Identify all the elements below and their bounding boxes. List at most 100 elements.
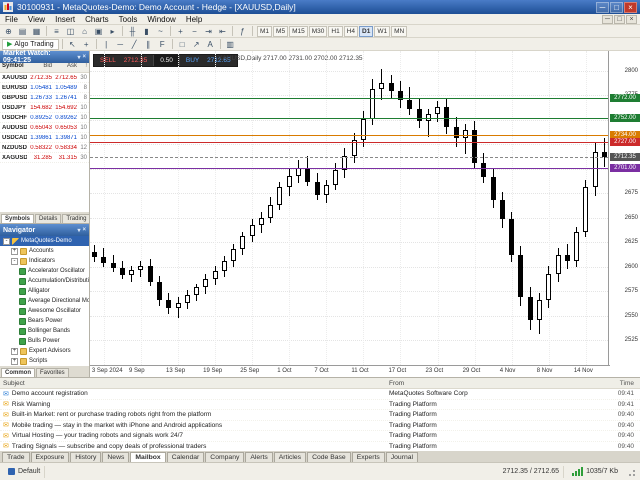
objects-list-icon[interactable]: ▥ [224,39,237,50]
menu-file[interactable]: File [0,14,23,25]
timeframe-h1-button[interactable]: H1 [328,25,343,37]
mailbox-row[interactable]: ✉ Virtual Hosting — your trading robots a… [0,431,640,442]
crosshair-icon[interactable]: + [80,39,93,50]
red-level-line[interactable] [90,142,608,144]
market-watch-row-usdcad[interactable]: USDCAD 1.39861 1.39871 10 [0,133,89,143]
navigator-item[interactable]: + Expert Advisors [0,346,89,356]
market-watch-row-gbpusd[interactable]: GBPUSD 1.26733 1.26741 8 [0,93,89,103]
resistance-line-1[interactable] [90,98,608,100]
profile-selector[interactable]: Default [4,465,46,478]
menu-view[interactable]: View [23,14,50,25]
toolbox-tab-history[interactable]: History [70,452,102,462]
chart-shift-icon[interactable]: ⇤ [216,26,229,37]
line-chart-icon[interactable]: ~ [154,26,167,37]
algo-trading-button[interactable]: ▶ Algo Trading [2,38,59,50]
navigator-item[interactable]: + Accounts [0,246,89,256]
shapes-icon[interactable]: □ [176,39,189,50]
zoom-out-icon[interactable]: − [188,26,201,37]
panel-close-icon[interactable]: × [82,54,86,60]
panel-menu-icon[interactable]: ▾ [77,54,80,61]
market-watch-row-usdchf[interactable]: USDCHF 0.89252 0.89262 10 [0,113,89,123]
minimize-button[interactable]: ─ [596,1,609,13]
chart-profiles-icon[interactable]: ▦ [30,26,43,37]
vertical-line-icon[interactable]: | [100,39,113,50]
indicators-icon[interactable]: ƒ [236,26,249,37]
navigator-tab-favorites[interactable]: Favorites [36,368,69,377]
toolbox-tab-code-base[interactable]: Code Base [307,452,351,462]
arrows-icon[interactable]: ↗ [190,39,203,50]
resize-grip[interactable] [626,466,636,477]
data-window-icon[interactable]: ◫ [64,26,77,37]
orange-level-line[interactable] [90,135,608,137]
toolbox-tab-mailbox[interactable]: Mailbox [130,452,166,462]
market-watch-row-xauusd[interactable]: XAUUSD 2712.35 2712.65 30 [0,73,89,83]
timeframe-mn-button[interactable]: MN [391,25,408,37]
navigator-item[interactable]: Accelerator Oscillator [0,266,89,276]
child-close-button[interactable]: × [626,15,637,24]
menu-window[interactable]: Window [142,14,180,25]
close-button[interactable]: × [624,1,637,13]
toolbox-tab-company[interactable]: Company [205,452,245,462]
timeframe-w1-button[interactable]: W1 [374,25,391,37]
equidistant-channel-icon[interactable]: ∥ [142,39,155,50]
panel-menu-icon[interactable]: ▾ [77,227,80,234]
price-axis[interactable]: 2800277527502725270026752650262526002575… [610,51,640,365]
navigator-icon[interactable]: ⌂ [78,26,91,37]
auto-scroll-icon[interactable]: ⇥ [202,26,215,37]
horizontal-line-icon[interactable]: ─ [114,39,127,50]
navigator-item[interactable]: Bears Power [0,316,89,326]
navigator-tab-common[interactable]: Common [1,368,35,377]
mailbox-header[interactable]: Subject From Time [0,378,640,389]
navigator-item[interactable]: Awesome Oscillator [0,306,89,316]
trendline-icon[interactable]: ╱ [128,39,141,50]
mailbox-row[interactable]: ✉ Built-in Market: rent or purchase tradi… [0,410,640,421]
navigator-item[interactable]: Average Directional Movement Index [0,296,89,306]
navigator-item[interactable]: + Scripts [0,356,89,366]
timeframe-m5-button[interactable]: M5 [273,25,289,37]
menu-help[interactable]: Help [181,14,207,25]
navigator-caption[interactable]: Navigator ▾ × [0,224,89,236]
menu-tools[interactable]: Tools [114,14,143,25]
tree-expander-icon[interactable]: + [11,347,18,355]
market-watch-tab-trading[interactable]: Trading [62,214,91,223]
market-watch-row-audusd[interactable]: AUDUSD 0.65043 0.65053 10 [0,123,89,133]
candlestick-chart-icon[interactable]: ▮ [140,26,153,37]
connection-status[interactable]: 1035/7 Kb [568,466,622,478]
toolbox-tab-experts[interactable]: Experts [351,452,385,462]
title-bar[interactable]: 30100931 - MetaQuotes-Demo: Demo Account… [0,0,640,14]
navigator-item[interactable]: Accumulation/Distribution [0,276,89,286]
toolbox-tab-journal[interactable]: Journal [385,452,419,462]
navigator-item[interactable]: - MetaQuotes-Demo [0,236,89,246]
market-watch-tab-details[interactable]: Details [35,214,62,223]
mailbox-row[interactable]: ✉ Trading Signals — subscribe and copy de… [0,442,640,452]
bar-chart-icon[interactable]: ╫ [126,26,139,37]
timeframe-m15-button[interactable]: M15 [289,25,308,37]
toolbox-icon[interactable]: ▣ [92,26,105,37]
new-chart-icon[interactable]: ▤ [16,26,29,37]
toolbox-tab-exposure[interactable]: Exposure [30,452,70,462]
tree-expander-icon[interactable]: - [3,237,10,245]
time-axis[interactable]: 3 Sep 2024 9 Sep 13 Sep 19 Sep 25 Sep 1 Oct 7 … [90,365,610,377]
mailbox-row[interactable]: ✉ Demo account registration MetaQuotes Sof… [0,389,640,400]
menu-charts[interactable]: Charts [80,14,114,25]
resistance-line-2[interactable] [90,117,608,119]
market-watch-row-usdjpy[interactable]: USDJPY 154.682 154.692 10 [0,103,89,113]
navigator-item[interactable]: Bollinger Bands [0,326,89,336]
child-minimize-button[interactable]: ─ [602,15,613,24]
sell-button[interactable]: SELL 2712.35 [94,55,153,66]
maximize-button[interactable]: □ [610,1,623,13]
timeframe-h4-button[interactable]: H4 [343,25,358,37]
text-label-icon[interactable]: A [204,39,217,50]
cursor-icon[interactable]: ↖ [66,39,79,50]
timeframe-d1-button[interactable]: D1 [359,25,374,37]
timeframe-m30-button[interactable]: M30 [308,25,328,37]
toolbox-tab-alerts[interactable]: Alerts [245,452,273,462]
toolbox-tab-articles[interactable]: Articles [273,452,307,462]
toolbox-tab-trade[interactable]: Trade [2,452,30,462]
market-watch-tab-symbols[interactable]: Symbols [1,214,35,223]
fibonacci-icon[interactable]: F [156,39,169,50]
navigator-item[interactable]: Bulls Power [0,336,89,346]
zoom-in-icon[interactable]: + [174,26,187,37]
market-watch-caption[interactable]: Market Watch: 09:41:25 ▾ × [0,50,89,64]
child-restore-button[interactable]: □ [614,15,625,24]
